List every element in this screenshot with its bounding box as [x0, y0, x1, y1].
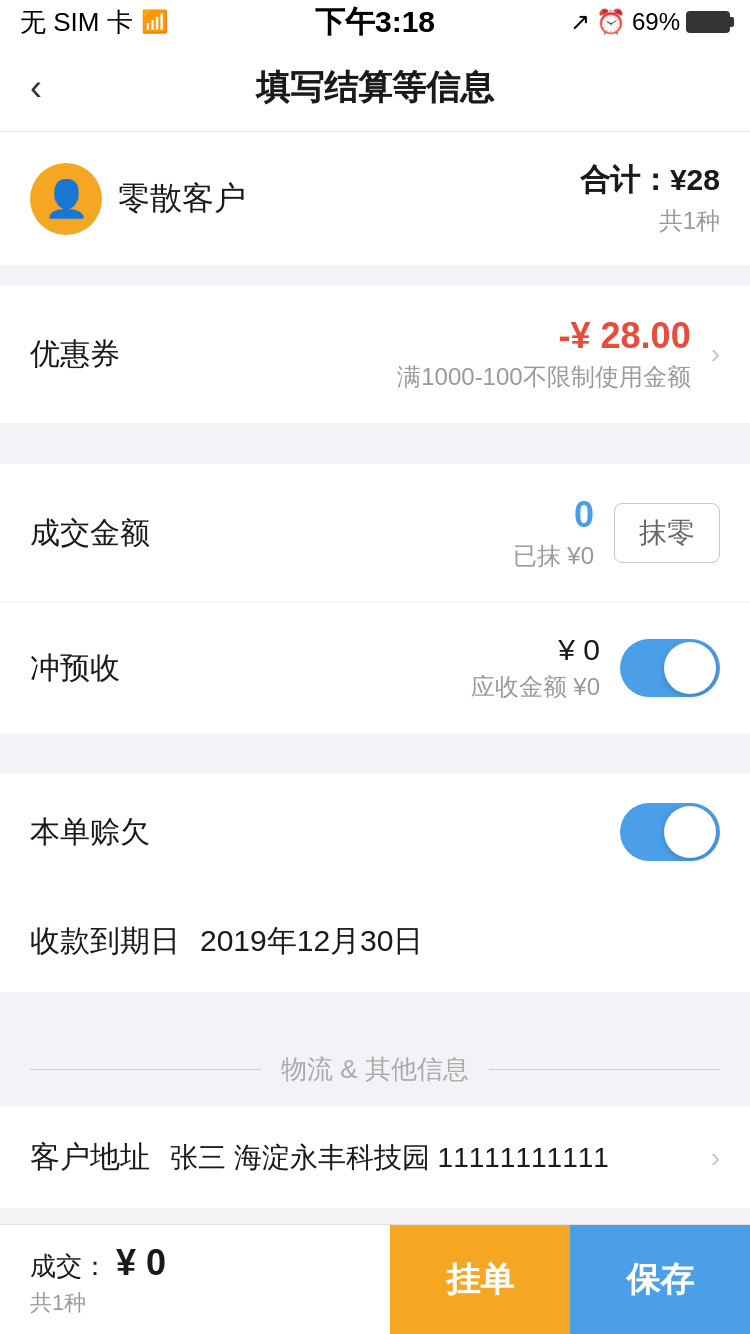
coupon-row[interactable]: 优惠券 -¥ 28.00 满1000-100不限制使用金额 › — [0, 285, 750, 424]
avatar-icon: 👤 — [44, 178, 89, 220]
bottom-summary: 成交： ¥ 0 共1种 — [0, 1242, 390, 1318]
debt-section: 本单赊欠 收款到期日 2019年12月30日 — [0, 773, 750, 992]
coupon-right: -¥ 28.00 满1000-100不限制使用金额 › — [397, 315, 720, 393]
coupon-section: 优惠券 -¥ 28.00 满1000-100不限制使用金额 › — [0, 285, 750, 424]
coupon-label: 优惠券 — [30, 334, 120, 375]
deal-amount-row: 成交金额 0 已抹 ¥0 抹零 — [0, 464, 750, 603]
address-label: 客户地址 — [30, 1137, 150, 1178]
address-chevron-icon: › — [711, 1142, 720, 1174]
total-amount: 合计：¥28 — [580, 160, 720, 201]
separator-line-right — [489, 1069, 720, 1070]
deal-amount-value-block: 0 已抹 ¥0 — [513, 494, 594, 572]
due-date-value: 2019年12月30日 — [200, 921, 423, 962]
bottom-deal-amount: ¥ 0 — [116, 1242, 166, 1284]
customer-name: 零散客户 — [118, 177, 246, 221]
prepayment-row: 冲预收 ¥ 0 应收金额 ¥0 — [0, 603, 750, 733]
page-title: 填写结算等信息 — [256, 65, 494, 111]
customer-left: 👤 零散客户 — [30, 163, 246, 235]
address-section: 客户地址 张三 海淀永丰科技园 11111111111 › — [0, 1107, 750, 1208]
debt-label: 本单赊欠 — [30, 812, 150, 853]
due-date-row: 收款到期日 2019年12月30日 — [0, 891, 750, 992]
battery-percent: 69% — [632, 8, 680, 36]
bottom-count: 共1种 — [30, 1288, 360, 1318]
deal-amount-right: 0 已抹 ¥0 抹零 — [513, 494, 720, 572]
toggle-knob — [664, 642, 716, 694]
coupon-desc: 满1000-100不限制使用金额 — [397, 361, 690, 393]
nav-bar: ‹ 填写结算等信息 — [0, 44, 750, 132]
prepayment-value: ¥ 0 — [471, 633, 600, 667]
alarm-icon: ⏰ — [596, 8, 626, 36]
due-date-label: 收款到期日 — [30, 921, 180, 962]
bottom-deal-label-row: 成交： ¥ 0 — [30, 1242, 360, 1284]
location-icon: ↗ — [570, 8, 590, 36]
debt-row: 本单赊欠 — [0, 773, 750, 891]
divider-1 — [0, 444, 750, 464]
round-off-button[interactable]: 抹零 — [614, 503, 720, 563]
wifi-icon: 📶 — [141, 9, 168, 35]
customer-right: 合计：¥28 共1种 — [580, 160, 720, 237]
hold-order-button[interactable]: 挂单 — [390, 1225, 570, 1335]
deal-amount-label: 成交金额 — [30, 513, 150, 554]
address-value: 张三 海淀永丰科技园 11111111111 — [170, 1139, 711, 1177]
coupon-value: -¥ 28.00 满1000-100不限制使用金额 — [397, 315, 690, 393]
debt-toggle-knob — [664, 806, 716, 858]
save-button[interactable]: 保存 — [570, 1225, 750, 1335]
divider-2 — [0, 753, 750, 773]
debt-right — [620, 803, 720, 861]
no-sim-label: 无 SIM 卡 — [20, 5, 133, 40]
prepayment-label: 冲预收 — [30, 648, 120, 689]
prepayment-toggle[interactable] — [620, 639, 720, 697]
coupon-discount: -¥ 28.00 — [397, 315, 690, 357]
status-time: 下午3:18 — [315, 2, 435, 43]
prepayment-right: ¥ 0 应收金额 ¥0 — [471, 633, 720, 703]
status-right: ↗ ⏰ 69% — [570, 8, 730, 36]
bottom-bar: 成交： ¥ 0 共1种 挂单 保存 — [0, 1224, 750, 1334]
prepayment-sub: 应收金额 ¥0 — [471, 671, 600, 703]
chevron-right-icon: › — [711, 338, 720, 370]
deal-amount-value: 0 — [513, 494, 594, 536]
address-row[interactable]: 客户地址 张三 海淀永丰科技园 11111111111 › — [0, 1107, 750, 1208]
deal-amount-sub: 已抹 ¥0 — [513, 540, 594, 572]
logistics-label: 物流 & 其他信息 — [281, 1052, 469, 1087]
customer-section: 👤 零散客户 合计：¥28 共1种 — [0, 132, 750, 265]
back-button[interactable]: ‹ — [30, 67, 42, 109]
deal-amount-section: 成交金额 0 已抹 ¥0 抹零 冲预收 ¥ 0 应收金额 ¥0 — [0, 464, 750, 733]
status-bar: 无 SIM 卡 📶 下午3:18 ↗ ⏰ 69% — [0, 0, 750, 44]
battery-icon — [686, 11, 730, 33]
total-count: 共1种 — [580, 205, 720, 237]
logistics-separator: 物流 & 其他信息 — [0, 1032, 750, 1107]
divider-3 — [0, 1012, 750, 1032]
avatar: 👤 — [30, 163, 102, 235]
bottom-deal-text: 成交： — [30, 1249, 108, 1284]
separator-line-left — [30, 1069, 261, 1070]
status-left: 无 SIM 卡 📶 — [20, 5, 168, 40]
prepayment-value-block: ¥ 0 应收金额 ¥0 — [471, 633, 600, 703]
debt-toggle[interactable] — [620, 803, 720, 861]
